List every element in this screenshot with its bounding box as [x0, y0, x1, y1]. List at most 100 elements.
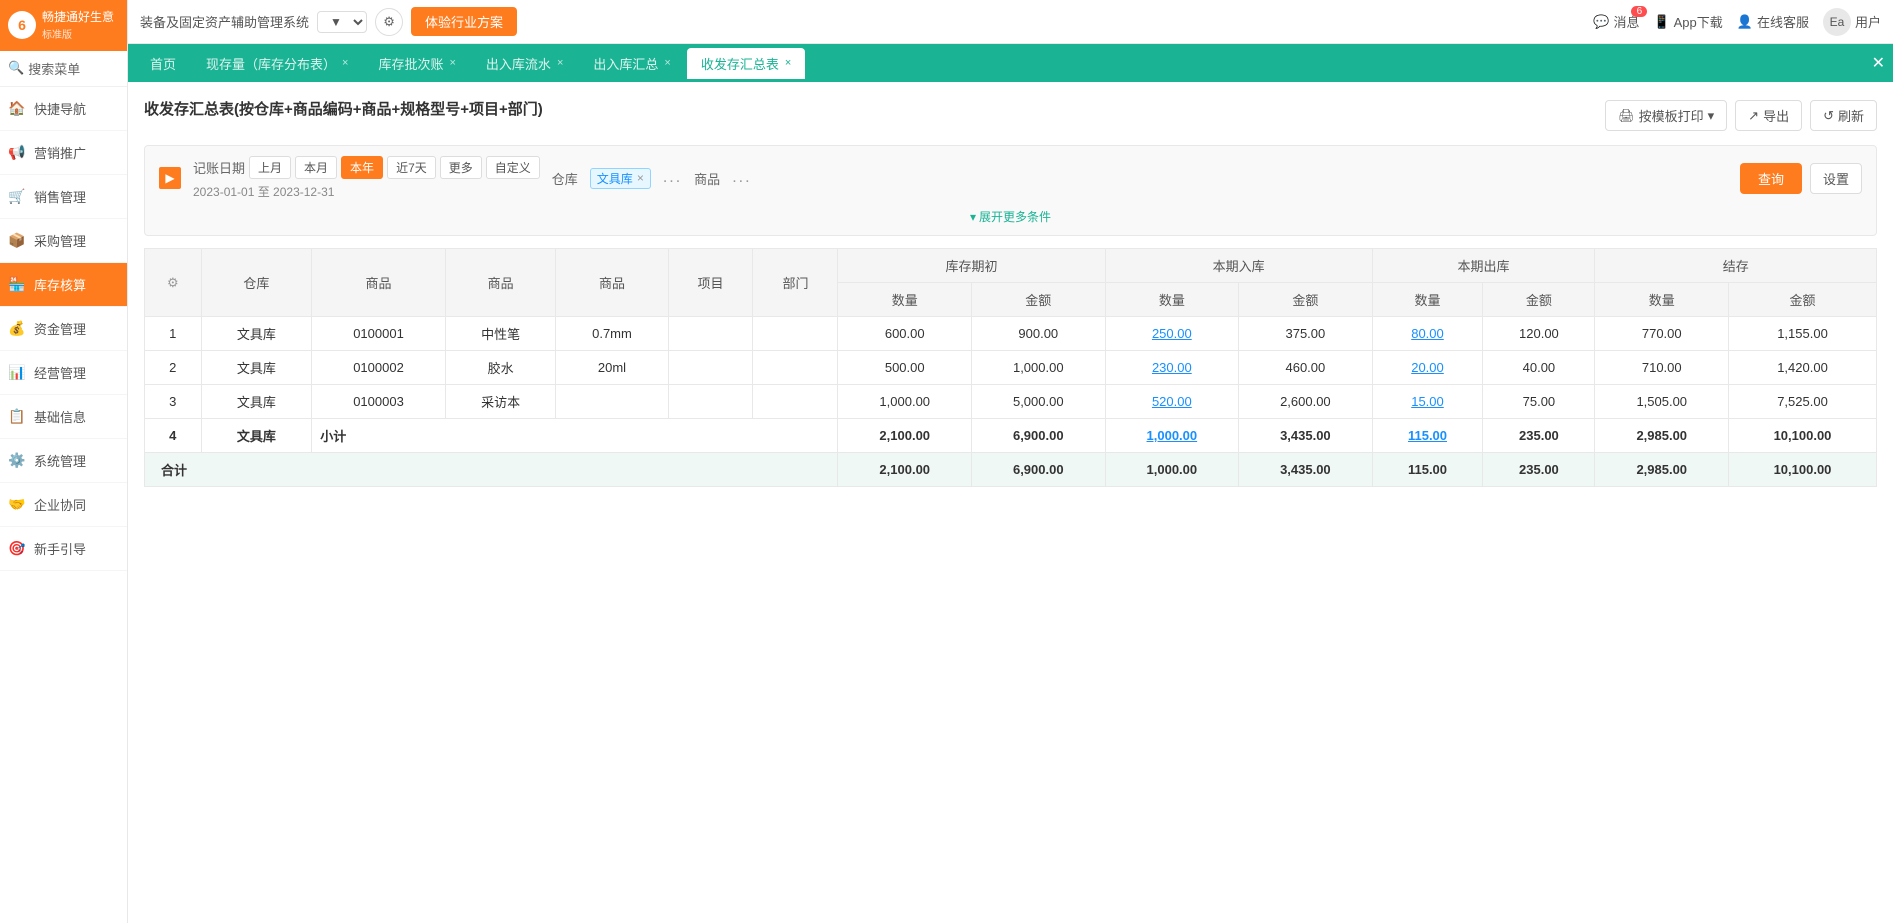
subtotal-closing-qty: 2,985.00: [1595, 419, 1729, 453]
date-more-btn[interactable]: 更多: [440, 156, 482, 179]
cell-in-qty[interactable]: 250.00: [1105, 317, 1239, 351]
sidebar: 6 畅捷通好生意 标准版 🔍 搜索菜单 🏠 快捷导航 📢 营销推广 🛒 销售管理…: [0, 0, 128, 923]
page-content: 收发存汇总表(按仓库+商品编码+商品+规格型号+项目+部门) 🖨 按模板打印 ▾…: [128, 82, 1893, 923]
tab-recv-send[interactable]: 收发存汇总表 ×: [687, 48, 805, 79]
sidebar-item-sales[interactable]: 🛒 销售管理: [0, 175, 127, 219]
cell-in-qty[interactable]: 520.00: [1105, 385, 1239, 419]
cell-closing-qty: 1,505.00: [1595, 385, 1729, 419]
total-in-amount: 3,435.00: [1239, 453, 1373, 487]
subtotal-index: 4: [145, 419, 202, 453]
user-button[interactable]: Ea 用户: [1823, 8, 1881, 36]
subtotal-out-qty[interactable]: 115.00: [1372, 419, 1483, 453]
sidebar-item-finance[interactable]: 💰 资金管理: [0, 307, 127, 351]
cell-in-amount: 2,600.00: [1239, 385, 1373, 419]
cell-goods-name: 采访本: [445, 385, 556, 419]
sidebar-item-label: 经营管理: [34, 363, 86, 382]
tab-inout-summary-close[interactable]: ×: [664, 57, 670, 69]
tab-home[interactable]: 首页: [136, 48, 190, 79]
cell-opening-amount: 900.00: [972, 317, 1106, 351]
search-menu-label: 搜索菜单: [28, 59, 80, 78]
sidebar-item-purchase[interactable]: 📦 采购管理: [0, 219, 127, 263]
sidebar-item-quicknav[interactable]: 🏠 快捷导航: [0, 87, 127, 131]
tab-home-label: 首页: [150, 54, 176, 73]
date-custom-btn[interactable]: 自定义: [486, 156, 540, 179]
cell-out-qty[interactable]: 20.00: [1372, 351, 1483, 385]
tab-recv-send-close[interactable]: ×: [785, 57, 791, 69]
refresh-icon: ↺: [1823, 108, 1834, 124]
cell-out-amount: 75.00: [1483, 385, 1595, 419]
subtotal-in-qty[interactable]: 1,000.00: [1105, 419, 1239, 453]
cell-goods-name: 胶水: [445, 351, 556, 385]
date-prev-month-btn[interactable]: 上月: [249, 156, 291, 179]
th-settings[interactable]: ⚙: [145, 249, 202, 317]
expand-more-btn[interactable]: ▾ 展开更多条件: [970, 208, 1051, 225]
topbar: 装备及固定资产辅助管理系统 ▼ ⚙ 体验行业方案 💬 消息 6 📱 App下载 …: [128, 0, 1893, 44]
sidebar-item-newbie[interactable]: 🎯 新手引导: [0, 527, 127, 571]
table-gear-icon[interactable]: ⚙: [167, 275, 179, 290]
search-icon: 🔍: [8, 60, 24, 76]
th-out-amount: 金额: [1483, 283, 1595, 317]
th-closing-amount: 金额: [1729, 283, 1877, 317]
sidebar-item-basic[interactable]: 📋 基础信息: [0, 395, 127, 439]
user-label: 用户: [1855, 12, 1881, 31]
cell-closing-qty: 770.00: [1595, 317, 1729, 351]
warehouse-tag-remove[interactable]: ×: [637, 171, 644, 185]
tab-batch[interactable]: 库存批次账 ×: [364, 48, 469, 79]
system-select[interactable]: ▼: [317, 11, 367, 33]
refresh-button[interactable]: ↺ 刷新: [1810, 100, 1877, 131]
marketing-icon: 📢: [8, 143, 26, 161]
cell-project: [668, 385, 753, 419]
export-button[interactable]: ↗ 导出: [1735, 100, 1802, 131]
app-download-button[interactable]: 📱 App下载: [1653, 12, 1722, 31]
newbie-icon: 🎯: [8, 539, 26, 557]
cell-goods-code: 0100002: [312, 351, 446, 385]
sidebar-item-marketing[interactable]: 📢 营销推广: [0, 131, 127, 175]
filter-expand-arrow[interactable]: ▶: [159, 167, 181, 189]
tab-inventory-dist-close[interactable]: ×: [342, 57, 348, 69]
cell-in-qty[interactable]: 230.00: [1105, 351, 1239, 385]
search-menu[interactable]: 🔍 搜索菜单: [0, 51, 127, 87]
filter-settings-button[interactable]: 设置: [1810, 163, 1862, 194]
cell-out-qty[interactable]: 80.00: [1372, 317, 1483, 351]
tab-recv-send-label: 收发存汇总表: [701, 54, 779, 73]
export-icon: ↗: [1748, 108, 1759, 124]
tab-inout-flow[interactable]: 出入库流水 ×: [472, 48, 577, 79]
message-badge: 6: [1631, 6, 1647, 17]
tabbar-close-all[interactable]: ✕: [1872, 53, 1885, 73]
tab-batch-close[interactable]: ×: [449, 57, 455, 69]
tab-inout-flow-close[interactable]: ×: [557, 57, 563, 69]
cell-goods-name: 中性笔: [445, 317, 556, 351]
date-cur-year-btn[interactable]: 本年: [341, 156, 383, 179]
export-label: 导出: [1763, 106, 1789, 125]
cell-opening-amount: 1,000.00: [972, 351, 1106, 385]
sidebar-header: 6 畅捷通好生意 标准版: [0, 0, 127, 51]
total-out-qty: 115.00: [1372, 453, 1483, 487]
subtotal-label: 小计: [312, 419, 838, 453]
warehouse-filter-tag[interactable]: 文具库 ×: [590, 168, 651, 189]
total-in-qty: 1,000.00: [1105, 453, 1239, 487]
sidebar-item-label: 销售管理: [34, 187, 86, 206]
sidebar-item-system[interactable]: ⚙️ 系统管理: [0, 439, 127, 483]
th-goods-code: 商品: [312, 249, 446, 317]
goods-ellipsis[interactable]: ...: [732, 169, 751, 187]
print-button[interactable]: 🖨 按模板打印 ▾: [1605, 100, 1727, 131]
tab-inventory-dist[interactable]: 现存量（库存分布表） ×: [192, 48, 362, 79]
sidebar-item-operation[interactable]: 📊 经营管理: [0, 351, 127, 395]
expand-arrow-btn[interactable]: ▶: [159, 167, 181, 189]
tab-inout-summary[interactable]: 出入库汇总 ×: [579, 48, 684, 79]
trial-button[interactable]: 体验行业方案: [411, 7, 517, 36]
system-name: 装备及固定资产辅助管理系统: [140, 12, 309, 31]
cell-out-qty[interactable]: 15.00: [1372, 385, 1483, 419]
service-button[interactable]: 👤 在线客服: [1737, 12, 1809, 31]
sidebar-item-inventory[interactable]: 🏪 库存核算: [0, 263, 127, 307]
cell-opening-amount: 5,000.00: [972, 385, 1106, 419]
warehouse-ellipsis[interactable]: ...: [663, 169, 682, 187]
date-7days-btn[interactable]: 近7天: [387, 156, 436, 179]
date-cur-month-btn[interactable]: 本月: [295, 156, 337, 179]
message-button[interactable]: 💬 消息 6: [1593, 12, 1639, 31]
cell-index: 2: [145, 351, 202, 385]
settings-gear-button[interactable]: ⚙: [375, 8, 403, 36]
query-button[interactable]: 查询: [1740, 163, 1802, 194]
system-icon: ⚙️: [8, 451, 26, 469]
sidebar-item-enterprise[interactable]: 🤝 企业协同: [0, 483, 127, 527]
